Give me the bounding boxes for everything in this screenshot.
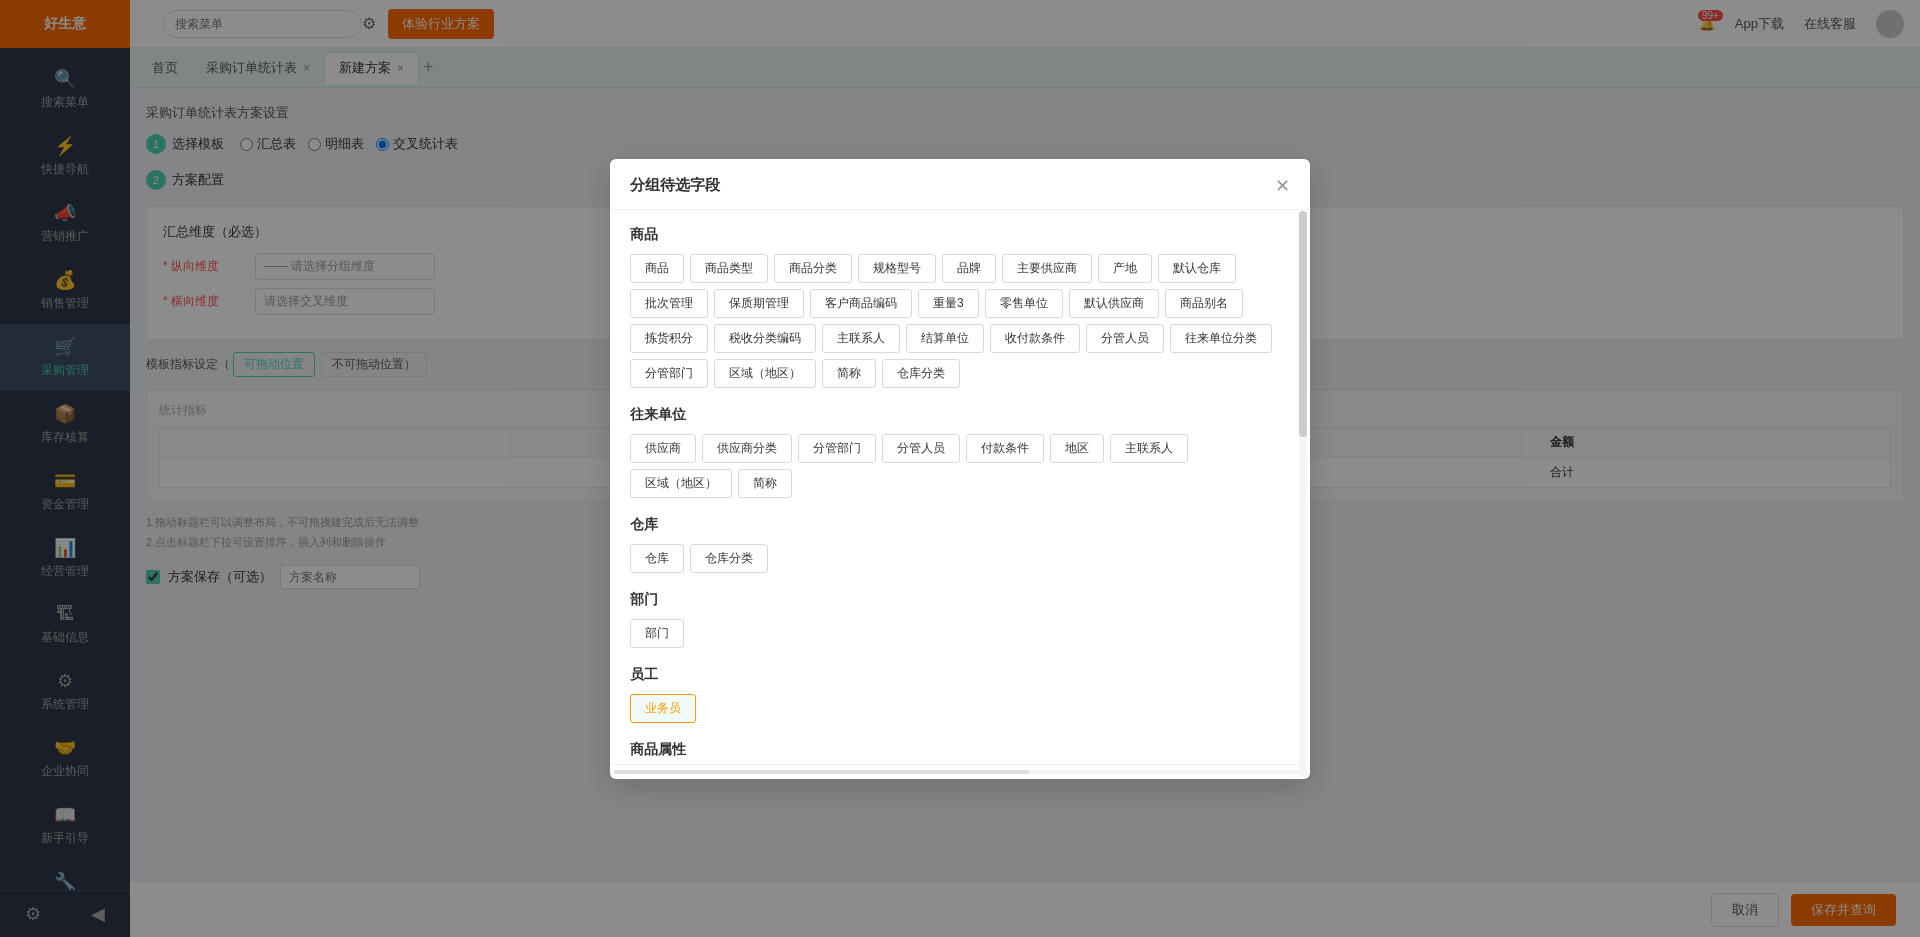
field-tag-1-4[interactable]: 付款条件 (966, 434, 1044, 463)
field-tag-0-4[interactable]: 品牌 (942, 254, 996, 283)
field-tag-0-7[interactable]: 默认仓库 (1158, 254, 1236, 283)
field-tag-0-11[interactable]: 重量3 (918, 289, 979, 318)
field-tags-grid-3: 部门 (630, 619, 1290, 648)
modal-section-2: 仓库仓库仓库分类 (630, 516, 1290, 573)
field-tag-0-3[interactable]: 规格型号 (858, 254, 936, 283)
field-tag-0-0[interactable]: 商品 (630, 254, 684, 283)
field-tag-0-22[interactable]: 分管部门 (630, 359, 708, 388)
modal-section-0: 商品商品商品类型商品分类规格型号品牌主要供应商产地默认仓库批次管理保质期管理客户… (630, 226, 1290, 388)
modal-section-1: 往来单位供应商供应商分类分管部门分管人员付款条件地区主联系人区域（地区）简称 (630, 406, 1290, 498)
field-tag-0-17[interactable]: 主联系人 (822, 324, 900, 353)
field-tag-1-7[interactable]: 区域（地区） (630, 469, 732, 498)
section-title-0: 商品 (630, 226, 1290, 244)
field-tag-0-21[interactable]: 往来单位分类 (1170, 324, 1272, 353)
field-tag-0-2[interactable]: 商品分类 (774, 254, 852, 283)
scroll-thumb (1299, 211, 1307, 437)
field-tag-0-6[interactable]: 产地 (1098, 254, 1152, 283)
modal-body: 商品商品商品类型商品分类规格型号品牌主要供应商产地默认仓库批次管理保质期管理客户… (610, 210, 1310, 765)
field-tag-0-24[interactable]: 简称 (822, 359, 876, 388)
field-tag-0-10[interactable]: 客户商品编码 (810, 289, 912, 318)
field-tags-grid-2: 仓库仓库分类 (630, 544, 1290, 573)
field-tag-0-20[interactable]: 分管人员 (1086, 324, 1164, 353)
field-tag-1-6[interactable]: 主联系人 (1110, 434, 1188, 463)
section-title-5: 商品属性 (630, 741, 1290, 759)
field-tag-0-8[interactable]: 批次管理 (630, 289, 708, 318)
field-tag-3-0[interactable]: 部门 (630, 619, 684, 648)
field-tag-1-5[interactable]: 地区 (1050, 434, 1104, 463)
modal-overlay: 分组待选字段 ✕ 商品商品商品类型商品分类规格型号品牌主要供应商产地默认仓库批次… (0, 0, 1920, 937)
field-tag-0-1[interactable]: 商品类型 (690, 254, 768, 283)
modal-title: 分组待选字段 (630, 176, 720, 195)
field-tag-1-0[interactable]: 供应商 (630, 434, 696, 463)
field-tag-0-9[interactable]: 保质期管理 (714, 289, 804, 318)
field-tag-1-3[interactable]: 分管人员 (882, 434, 960, 463)
field-tag-0-14[interactable]: 商品别名 (1165, 289, 1243, 318)
field-tag-2-0[interactable]: 仓库 (630, 544, 684, 573)
field-tag-1-8[interactable]: 简称 (738, 469, 792, 498)
hscroll-thumb (614, 770, 1029, 774)
modal-header: 分组待选字段 ✕ (610, 159, 1310, 210)
field-tag-0-23[interactable]: 区域（地区） (714, 359, 816, 388)
scroll-track (1299, 211, 1307, 776)
field-tags-grid-0: 商品商品类型商品分类规格型号品牌主要供应商产地默认仓库批次管理保质期管理客户商品… (630, 254, 1290, 388)
field-tag-1-1[interactable]: 供应商分类 (702, 434, 792, 463)
field-tags-grid-1: 供应商供应商分类分管部门分管人员付款条件地区主联系人区域（地区）简称 (630, 434, 1290, 498)
field-tag-0-16[interactable]: 税收分类编码 (714, 324, 816, 353)
section-title-1: 往来单位 (630, 406, 1290, 424)
section-title-4: 员工 (630, 666, 1290, 684)
modal-section-4: 员工业务员 (630, 666, 1290, 723)
field-tag-0-18[interactable]: 结算单位 (906, 324, 984, 353)
field-tag-2-1[interactable]: 仓库分类 (690, 544, 768, 573)
modal-section-5: 商品属性属性颜色多规格尺码鞋码1 (630, 741, 1290, 765)
section-title-3: 部门 (630, 591, 1290, 609)
field-tag-0-12[interactable]: 零售单位 (985, 289, 1063, 318)
field-tag-0-25[interactable]: 仓库分类 (882, 359, 960, 388)
field-tag-1-2[interactable]: 分管部门 (798, 434, 876, 463)
field-tag-0-13[interactable]: 默认供应商 (1069, 289, 1159, 318)
section-title-2: 仓库 (630, 516, 1290, 534)
modal-dialog: 分组待选字段 ✕ 商品商品商品类型商品分类规格型号品牌主要供应商产地默认仓库批次… (610, 159, 1310, 779)
field-tag-0-15[interactable]: 拣货积分 (630, 324, 708, 353)
hscroll-track (614, 770, 1306, 774)
field-tag-0-19[interactable]: 收付款条件 (990, 324, 1080, 353)
field-tag-0-5[interactable]: 主要供应商 (1002, 254, 1092, 283)
modal-hscroll (610, 764, 1310, 778)
field-tags-grid-4: 业务员 (630, 694, 1290, 723)
modal-close-icon[interactable]: ✕ (1275, 175, 1290, 197)
modal-section-3: 部门部门 (630, 591, 1290, 648)
field-tag-4-0[interactable]: 业务员 (630, 694, 696, 723)
